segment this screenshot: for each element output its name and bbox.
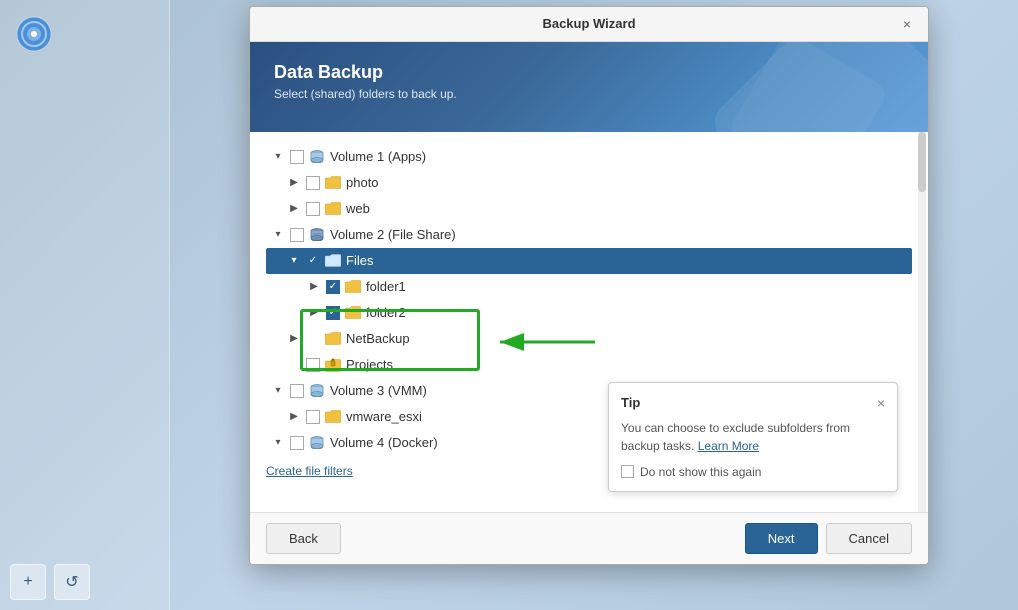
- wizard-window: Backup Wizard × Data Backup Select (shar…: [249, 6, 929, 565]
- db-icon-vol3: [308, 382, 326, 400]
- checkbox-vol1[interactable]: [290, 150, 304, 164]
- scrollbar-thumb[interactable]: [918, 132, 926, 192]
- tip-do-not-show-checkbox[interactable]: [621, 465, 634, 478]
- checkbox-files[interactable]: [306, 254, 320, 268]
- folder-icon-netbackup: [324, 330, 342, 348]
- tree-item-files[interactable]: ▾ Files: [266, 248, 912, 274]
- tree-item-folder1[interactable]: ▶ folder1: [266, 274, 912, 300]
- expand-folder2[interactable]: ▶: [306, 305, 322, 321]
- label-projects: Projects: [346, 357, 393, 372]
- db-icon-vol1: [308, 148, 326, 166]
- cancel-button[interactable]: Cancel: [826, 523, 912, 554]
- checkbox-web[interactable]: [306, 202, 320, 216]
- db-icon-vol2: [308, 226, 326, 244]
- expand-vol2[interactable]: ▾: [270, 227, 286, 243]
- label-photo: photo: [346, 175, 379, 190]
- checkbox-photo[interactable]: [306, 176, 320, 190]
- wizard-footer: Back Next Cancel: [250, 512, 928, 564]
- taskbar-bottom: + ↺: [10, 564, 159, 600]
- tip-body: You can choose to exclude subfolders fro…: [621, 419, 885, 455]
- expand-vol4[interactable]: ▾: [270, 435, 286, 451]
- label-vmware: vmware_esxi: [346, 409, 422, 424]
- label-vol1: Volume 1 (Apps): [330, 149, 426, 164]
- app-icon: [16, 16, 52, 55]
- scrollbar-track[interactable]: [918, 132, 926, 512]
- label-web: web: [346, 201, 370, 216]
- folder-icon-files: [324, 252, 342, 270]
- folder-icon-web: [324, 200, 342, 218]
- label-files: Files: [346, 253, 373, 268]
- checkbox-vmware[interactable]: [306, 410, 320, 424]
- label-vol3: Volume 3 (VMM): [330, 383, 427, 398]
- tree-item-projects[interactable]: Projects: [266, 352, 912, 378]
- folder-icon-vmware: [324, 408, 342, 426]
- title-bar: Backup Wizard ×: [250, 7, 928, 42]
- taskbar: + ↺: [0, 0, 170, 610]
- header-title: Data Backup: [274, 62, 904, 83]
- window-close-button[interactable]: ×: [898, 15, 916, 33]
- expand-vol3[interactable]: ▾: [270, 383, 286, 399]
- window-title: Backup Wizard: [280, 16, 898, 31]
- tip-title: Tip: [621, 395, 640, 410]
- expand-folder1[interactable]: ▶: [306, 279, 322, 295]
- tree-item-web[interactable]: ▶ web: [266, 196, 912, 222]
- expand-netbackup[interactable]: ▶: [286, 331, 302, 347]
- expand-web[interactable]: ▶: [286, 201, 302, 217]
- checkbox-vol3[interactable]: [290, 384, 304, 398]
- expand-photo[interactable]: ▶: [286, 175, 302, 191]
- history-button[interactable]: ↺: [54, 564, 90, 600]
- modal-overlay: Backup Wizard × Data Backup Select (shar…: [160, 0, 1018, 610]
- label-vol2: Volume 2 (File Share): [330, 227, 456, 242]
- tip-close-button[interactable]: ×: [877, 395, 885, 411]
- tree-item-vol2[interactable]: ▾ Volume 2 (File Share): [266, 222, 912, 248]
- label-netbackup: NetBackup: [346, 331, 410, 346]
- label-folder2: folder2: [366, 305, 406, 320]
- label-vol4: Volume 4 (Docker): [330, 435, 438, 450]
- checkbox-projects[interactable]: [306, 358, 320, 372]
- expand-vmware[interactable]: ▶: [286, 409, 302, 425]
- wizard-header: Data Backup Select (shared) folders to b…: [250, 42, 928, 132]
- checkbox-vol4[interactable]: [290, 436, 304, 450]
- tip-header: Tip ×: [621, 395, 885, 411]
- tree-item-netbackup[interactable]: ▶ NetBackup: [266, 326, 912, 352]
- expand-vol1[interactable]: ▾: [270, 149, 286, 165]
- back-button[interactable]: Back: [266, 523, 341, 554]
- tree-item-folder2[interactable]: ▶ folder2: [266, 300, 912, 326]
- lock-folder-icon-projects: [324, 356, 342, 374]
- tree-item-photo[interactable]: ▶ photo: [266, 170, 912, 196]
- tip-learn-more-link[interactable]: Learn More: [698, 439, 759, 453]
- folder-icon-folder1: [344, 278, 362, 296]
- expand-files[interactable]: ▾: [286, 253, 302, 269]
- next-button[interactable]: Next: [745, 523, 818, 554]
- wizard-content: ▾ Volume 1 (Apps) ▶ ph: [250, 132, 928, 512]
- add-button[interactable]: +: [10, 564, 46, 600]
- tree-item-vol1[interactable]: ▾ Volume 1 (Apps): [266, 144, 912, 170]
- tip-do-not-show-label: Do not show this again: [640, 465, 761, 479]
- tip-footer: Do not show this again: [621, 465, 885, 479]
- folder-icon-photo: [324, 174, 342, 192]
- checkbox-folder1[interactable]: [326, 280, 340, 294]
- tip-popup: Tip × You can choose to exclude subfolde…: [608, 382, 898, 492]
- db-icon-vol4: [308, 434, 326, 452]
- label-folder1: folder1: [366, 279, 406, 294]
- checkbox-folder2[interactable]: [326, 306, 340, 320]
- checkbox-vol2[interactable]: [290, 228, 304, 242]
- desktop: + ↺ Backup Wizard × Data Backup Select (…: [0, 0, 1018, 610]
- folder-icon-folder2: [344, 304, 362, 322]
- header-subtitle: Select (shared) folders to back up.: [274, 87, 904, 101]
- footer-right-buttons: Next Cancel: [745, 523, 912, 554]
